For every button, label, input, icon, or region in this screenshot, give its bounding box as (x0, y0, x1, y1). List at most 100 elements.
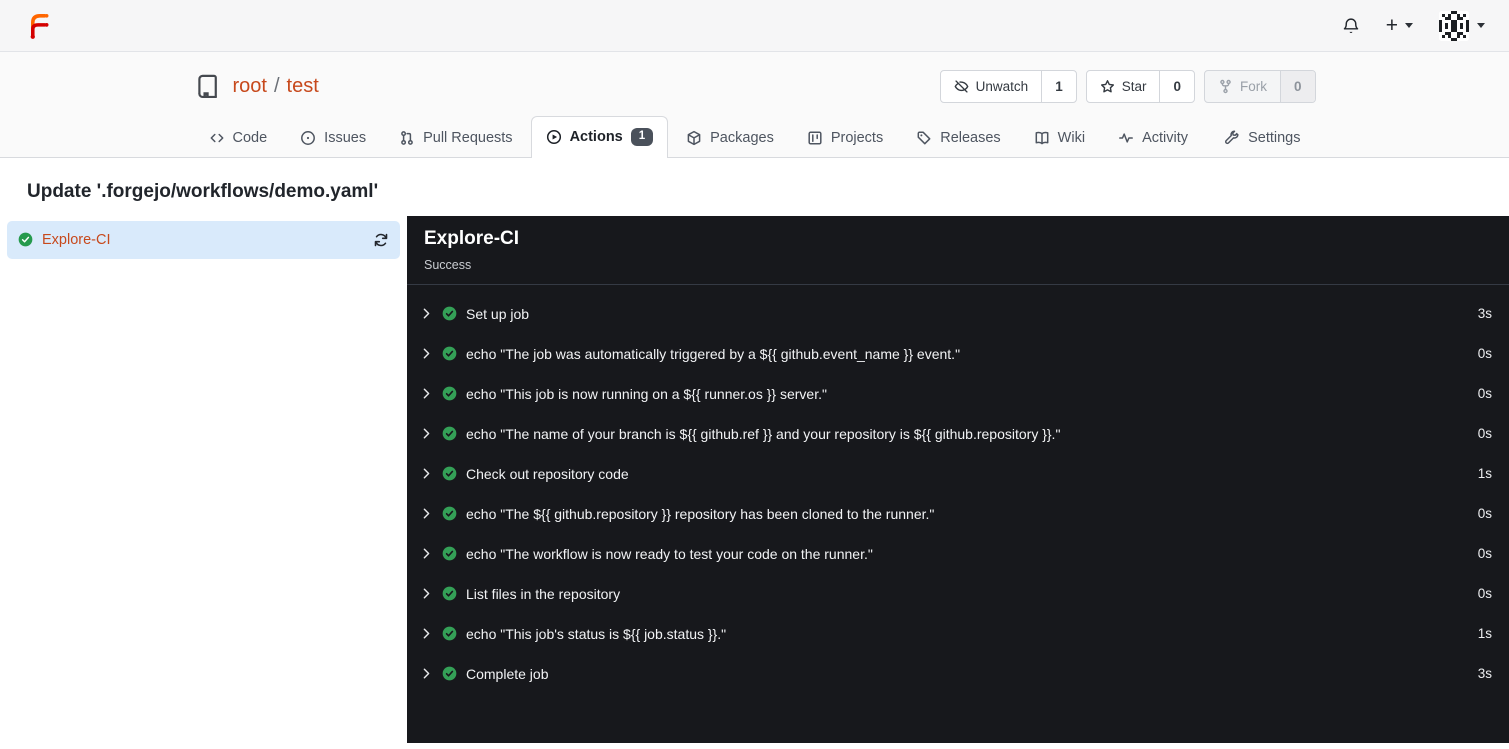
repo-tab-pull-requests[interactable]: Pull Requests (384, 118, 527, 157)
repo-tab-releases[interactable]: Releases (901, 118, 1015, 157)
step-duration: 0s (1477, 346, 1492, 362)
issue-icon (300, 130, 316, 146)
navbar-link-explore[interactable] (210, 18, 238, 34)
plus-icon: + (1385, 14, 1398, 37)
tab-label: Actions (569, 128, 623, 145)
chevron-down-icon (1405, 23, 1413, 28)
notifications-bell-icon[interactable] (1342, 17, 1360, 35)
job-step-row[interactable]: echo "This job's status is ${{ job.statu… (420, 614, 1492, 654)
step-duration: 0s (1477, 426, 1492, 442)
chevron-right-icon (420, 547, 433, 560)
step-duration: 3s (1477, 666, 1492, 682)
chevron-right-icon (420, 307, 433, 320)
step-name: echo "The job was automatically triggere… (466, 345, 961, 362)
tab-label: Issues (324, 129, 367, 146)
job-step-row[interactable]: Check out repository code 1s (420, 454, 1492, 494)
step-name: echo "This job's status is ${{ job.statu… (466, 625, 727, 642)
job-step-row[interactable]: Set up job 3s (420, 294, 1492, 334)
step-name: Check out repository code (466, 465, 629, 482)
button-label: Unwatch (975, 79, 1029, 94)
repo-tab-projects[interactable]: Projects (792, 118, 898, 157)
step-check-circle-icon (442, 506, 457, 521)
step-duration: 3s (1477, 306, 1492, 322)
button-label: Fork (1239, 79, 1267, 94)
repo-header: root / test Unwatch 1 Star 0 Fork 0 Code… (0, 52, 1509, 158)
tab-label: Settings (1248, 129, 1301, 146)
tag-icon (916, 130, 932, 146)
step-check-circle-icon (442, 586, 457, 601)
step-name: Set up job (466, 305, 530, 322)
forgejo-actions-page: + root / test Unwatch 1 Star 0 Fork 0 Co… (0, 0, 1509, 749)
refresh-icon[interactable] (373, 232, 389, 248)
eye-slash-icon (954, 79, 969, 94)
play-circle-icon (546, 129, 562, 145)
step-name: Complete job (466, 665, 549, 682)
chevron-down-icon (1477, 23, 1485, 28)
tools-icon (1224, 130, 1240, 146)
repo-tab-settings[interactable]: Settings (1209, 118, 1315, 157)
repo-tab-code[interactable]: Code (194, 118, 283, 157)
create-new-menu[interactable]: + (1386, 15, 1413, 36)
job-list-item[interactable]: Explore-CI (7, 220, 400, 259)
chevron-right-icon (420, 587, 433, 600)
step-name: echo "The ${{ github.repository }} repos… (466, 505, 935, 522)
jobs-sidebar: Explore-CI (0, 216, 407, 743)
repo-tab-actions[interactable]: Actions 1 (530, 116, 669, 158)
repo-action-button-fork[interactable]: Fork 0 (1203, 70, 1316, 103)
tab-label: Packages (710, 129, 774, 146)
repo-owner-link[interactable]: root (233, 75, 267, 98)
chevron-right-icon (420, 347, 433, 360)
workflow-run-title: Update '.forgejo/workflows/demo.yaml' (27, 180, 379, 202)
step-check-circle-icon (442, 386, 457, 401)
step-check-circle-icon (442, 666, 457, 681)
repo-tab-activity[interactable]: Activity (1103, 118, 1203, 157)
step-duration: 1s (1477, 466, 1492, 482)
forgejo-logo-icon[interactable] (24, 11, 54, 41)
button-count[interactable]: 0 (1279, 71, 1315, 102)
job-step-row[interactable]: echo "The name of your branch is ${{ git… (420, 414, 1492, 454)
step-duration: 0s (1477, 586, 1492, 602)
job-step-row[interactable]: echo "This job is now running on a ${{ r… (420, 374, 1492, 414)
chevron-right-icon (420, 667, 433, 680)
navbar-links (84, 18, 238, 34)
job-step-row[interactable]: echo "The workflow is now ready to test … (420, 534, 1492, 574)
step-duration: 0s (1477, 386, 1492, 402)
actions-run-view: Explore-CI Explore-CI Success Set up job… (0, 215, 1509, 743)
tab-label: Releases (940, 129, 1001, 146)
job-step-row[interactable]: echo "The ${{ github.repository }} repos… (420, 494, 1492, 534)
job-step-row[interactable]: echo "The job was automatically triggere… (420, 334, 1492, 374)
job-step-row[interactable]: List files in the repository 0s (420, 574, 1492, 614)
repo-action-button-unwatch[interactable]: Unwatch 1 (939, 70, 1077, 103)
repo-name-link[interactable]: test (287, 75, 319, 98)
navbar-link-issues[interactable] (84, 18, 112, 34)
repo-action-buttons: Unwatch 1 Star 0 Fork 0 (939, 70, 1316, 103)
navbar-link-pull-requests[interactable] (126, 18, 154, 34)
step-name: echo "The workflow is now ready to test … (466, 545, 873, 562)
button-count[interactable]: 1 (1041, 71, 1076, 102)
star-icon (1100, 79, 1115, 94)
user-menu[interactable] (1439, 10, 1485, 41)
pull-request-icon (399, 130, 415, 146)
check-circle-icon (18, 232, 33, 247)
breadcrumb-separator: / (273, 75, 280, 97)
button-count[interactable]: 0 (1159, 71, 1194, 102)
job-step-row[interactable]: Complete job 3s (420, 654, 1492, 694)
step-check-circle-icon (442, 426, 457, 441)
step-duration: 0s (1477, 546, 1492, 562)
repo-tab-wiki[interactable]: Wiki (1019, 118, 1100, 157)
chevron-right-icon (420, 627, 433, 640)
tab-count-badge: 1 (630, 128, 654, 146)
tab-label: Pull Requests (423, 129, 513, 146)
repo-tab-packages[interactable]: Packages (671, 118, 789, 157)
repo-book-icon (194, 73, 221, 100)
step-duration: 0s (1477, 506, 1492, 522)
button-label: Star (1121, 79, 1147, 94)
navbar-link-milestones[interactable] (168, 18, 196, 34)
chevron-right-icon (420, 467, 433, 480)
chevron-right-icon (420, 387, 433, 400)
repo-action-button-star[interactable]: Star 0 (1085, 70, 1195, 103)
book-icon (1034, 130, 1050, 146)
step-check-circle-icon (442, 626, 457, 641)
repo-tab-issues[interactable]: Issues (285, 118, 381, 157)
step-check-circle-icon (442, 346, 457, 361)
